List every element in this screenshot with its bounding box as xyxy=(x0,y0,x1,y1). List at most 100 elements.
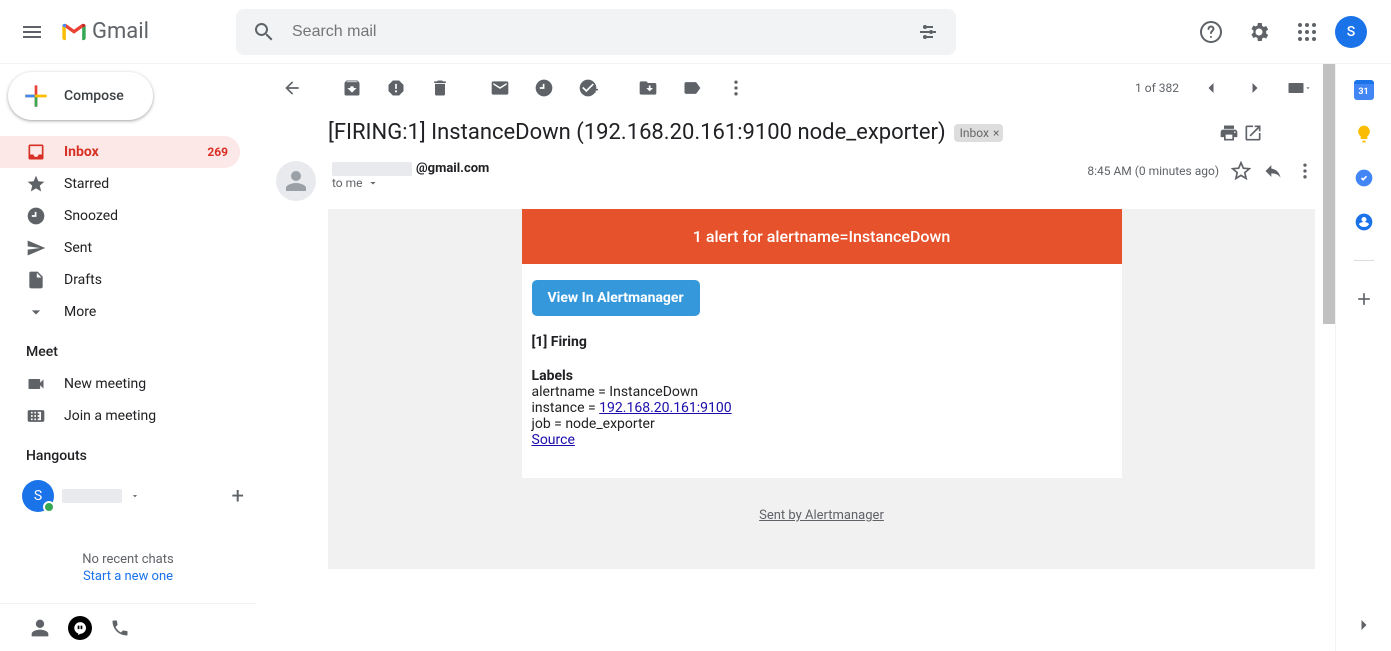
new-meeting-button[interactable]: New meeting xyxy=(0,368,256,400)
sidebar-item-snoozed[interactable]: Snoozed xyxy=(0,200,240,232)
new-meeting-label: New meeting xyxy=(64,376,146,392)
join-meeting-label: Join a meeting xyxy=(64,408,156,424)
new-chat-button[interactable]: + xyxy=(232,484,244,509)
rightbar-divider xyxy=(1354,260,1374,261)
star-icon xyxy=(26,174,46,194)
instance-link[interactable]: 192.168.20.161:9100 xyxy=(599,400,732,416)
starred-label: Starred xyxy=(64,176,109,192)
archive-button[interactable] xyxy=(332,68,372,108)
inbox-icon xyxy=(26,142,46,162)
print-button[interactable] xyxy=(1219,123,1239,143)
label-job: job = node_exporter xyxy=(532,416,655,432)
email-subject: [FIRING:1] InstanceDown (192.168.20.161:… xyxy=(328,120,946,145)
chevron-down-icon xyxy=(26,302,46,322)
remove-label-icon[interactable]: × xyxy=(991,126,1001,140)
sidebar-item-inbox[interactable]: Inbox 269 xyxy=(0,136,240,168)
logo-text: Gmail xyxy=(92,19,149,44)
mark-unread-button[interactable] xyxy=(480,68,520,108)
sender-avatar xyxy=(276,161,316,201)
meet-section-label: Meet xyxy=(0,328,256,368)
back-button[interactable] xyxy=(272,68,312,108)
inbox-label: Inbox xyxy=(64,144,99,160)
keyboard-icon xyxy=(26,406,46,426)
more-label: More xyxy=(64,304,96,320)
presence-indicator xyxy=(43,501,55,513)
add-to-tasks-button[interactable] xyxy=(568,68,608,108)
gmail-logo[interactable]: Gmail xyxy=(56,18,236,46)
main-menu-button[interactable] xyxy=(8,8,56,56)
apps-icon[interactable] xyxy=(1287,12,1327,52)
delete-button[interactable] xyxy=(420,68,460,108)
sidebar-item-starred[interactable]: Starred xyxy=(0,168,240,200)
tasks-addon-icon[interactable] xyxy=(1354,168,1374,188)
labels-button[interactable] xyxy=(672,68,712,108)
hangouts-avatar[interactable]: S xyxy=(22,480,54,512)
recipient-dropdown[interactable]: to me xyxy=(332,176,1087,190)
hangouts-initial: S xyxy=(34,488,42,504)
page-counter: 1 of 382 xyxy=(1135,81,1179,95)
start-chat-link[interactable]: Start a new one xyxy=(0,569,256,584)
hangouts-tab-icon[interactable] xyxy=(68,616,92,640)
label-instance-key: instance = xyxy=(532,400,600,416)
email-timestamp: 8:45 AM (0 minutes ago) xyxy=(1087,164,1219,178)
sent-by-link[interactable]: Sent by Alertmanager xyxy=(759,508,884,523)
get-addons-button[interactable] xyxy=(1354,289,1374,309)
firing-header: [1] Firing xyxy=(532,334,587,350)
to-text: to me xyxy=(332,176,363,190)
sidebar-item-more[interactable]: More xyxy=(0,296,240,328)
search-bar[interactable] xyxy=(236,9,956,55)
hide-side-panel-button[interactable] xyxy=(1354,615,1374,635)
message-more-button[interactable] xyxy=(1295,161,1315,181)
label-alertname: alertname = InstanceDown xyxy=(532,384,699,400)
sent-icon xyxy=(26,238,46,258)
compose-label: Compose xyxy=(64,88,124,104)
more-actions-button[interactable] xyxy=(716,68,756,108)
search-options-icon[interactable] xyxy=(908,12,948,52)
help-icon[interactable] xyxy=(1191,12,1231,52)
sender-name-redacted xyxy=(332,162,412,176)
contacts-addon-icon[interactable] xyxy=(1354,212,1374,232)
spam-button[interactable] xyxy=(376,68,416,108)
source-link[interactable]: Source xyxy=(532,432,575,448)
chip-text: Inbox xyxy=(960,126,989,140)
email-body: 1 alert for alertname=InstanceDown View … xyxy=(328,209,1315,569)
drafts-label: Drafts xyxy=(64,272,102,288)
open-new-window-button[interactable] xyxy=(1243,123,1263,143)
drafts-icon xyxy=(26,270,46,290)
video-icon xyxy=(26,374,46,394)
move-to-button[interactable] xyxy=(628,68,668,108)
newer-button[interactable] xyxy=(1191,68,1231,108)
view-alertmanager-button[interactable]: View In Alertmanager xyxy=(532,280,700,316)
clock-icon xyxy=(26,206,46,226)
input-tools-button[interactable] xyxy=(1279,68,1319,108)
phone-tab-icon[interactable] xyxy=(100,608,140,648)
calendar-addon-icon[interactable]: 31 xyxy=(1354,80,1374,100)
older-button[interactable] xyxy=(1235,68,1275,108)
chevron-down-icon xyxy=(367,177,379,189)
inbox-label-chip[interactable]: Inbox × xyxy=(954,124,1004,142)
sent-label: Sent xyxy=(64,240,92,256)
snoozed-label: Snoozed xyxy=(64,208,118,224)
settings-icon[interactable] xyxy=(1239,12,1279,52)
hangouts-username xyxy=(62,489,122,503)
star-message-button[interactable] xyxy=(1231,161,1251,181)
account-avatar[interactable]: S xyxy=(1335,16,1367,48)
hangouts-section-label: Hangouts xyxy=(0,432,256,472)
alert-banner: 1 alert for alertname=InstanceDown xyxy=(522,209,1122,264)
scrollbar[interactable] xyxy=(1323,64,1335,651)
sender-email: @gmail.com xyxy=(416,161,489,176)
keep-addon-icon[interactable] xyxy=(1354,124,1374,144)
dropdown-icon[interactable] xyxy=(130,491,140,501)
sidebar-item-sent[interactable]: Sent xyxy=(0,232,240,264)
no-chats-text: No recent chats xyxy=(82,552,173,567)
compose-button[interactable]: Compose xyxy=(8,72,153,120)
join-meeting-button[interactable]: Join a meeting xyxy=(0,400,256,432)
labels-header: Labels xyxy=(532,368,573,384)
reply-button[interactable] xyxy=(1263,161,1283,181)
snooze-button[interactable] xyxy=(524,68,564,108)
search-icon[interactable] xyxy=(244,12,284,52)
contacts-tab-icon[interactable] xyxy=(20,608,60,648)
search-input[interactable] xyxy=(284,23,908,41)
sidebar-item-drafts[interactable]: Drafts xyxy=(0,264,240,296)
inbox-count: 269 xyxy=(207,145,228,159)
